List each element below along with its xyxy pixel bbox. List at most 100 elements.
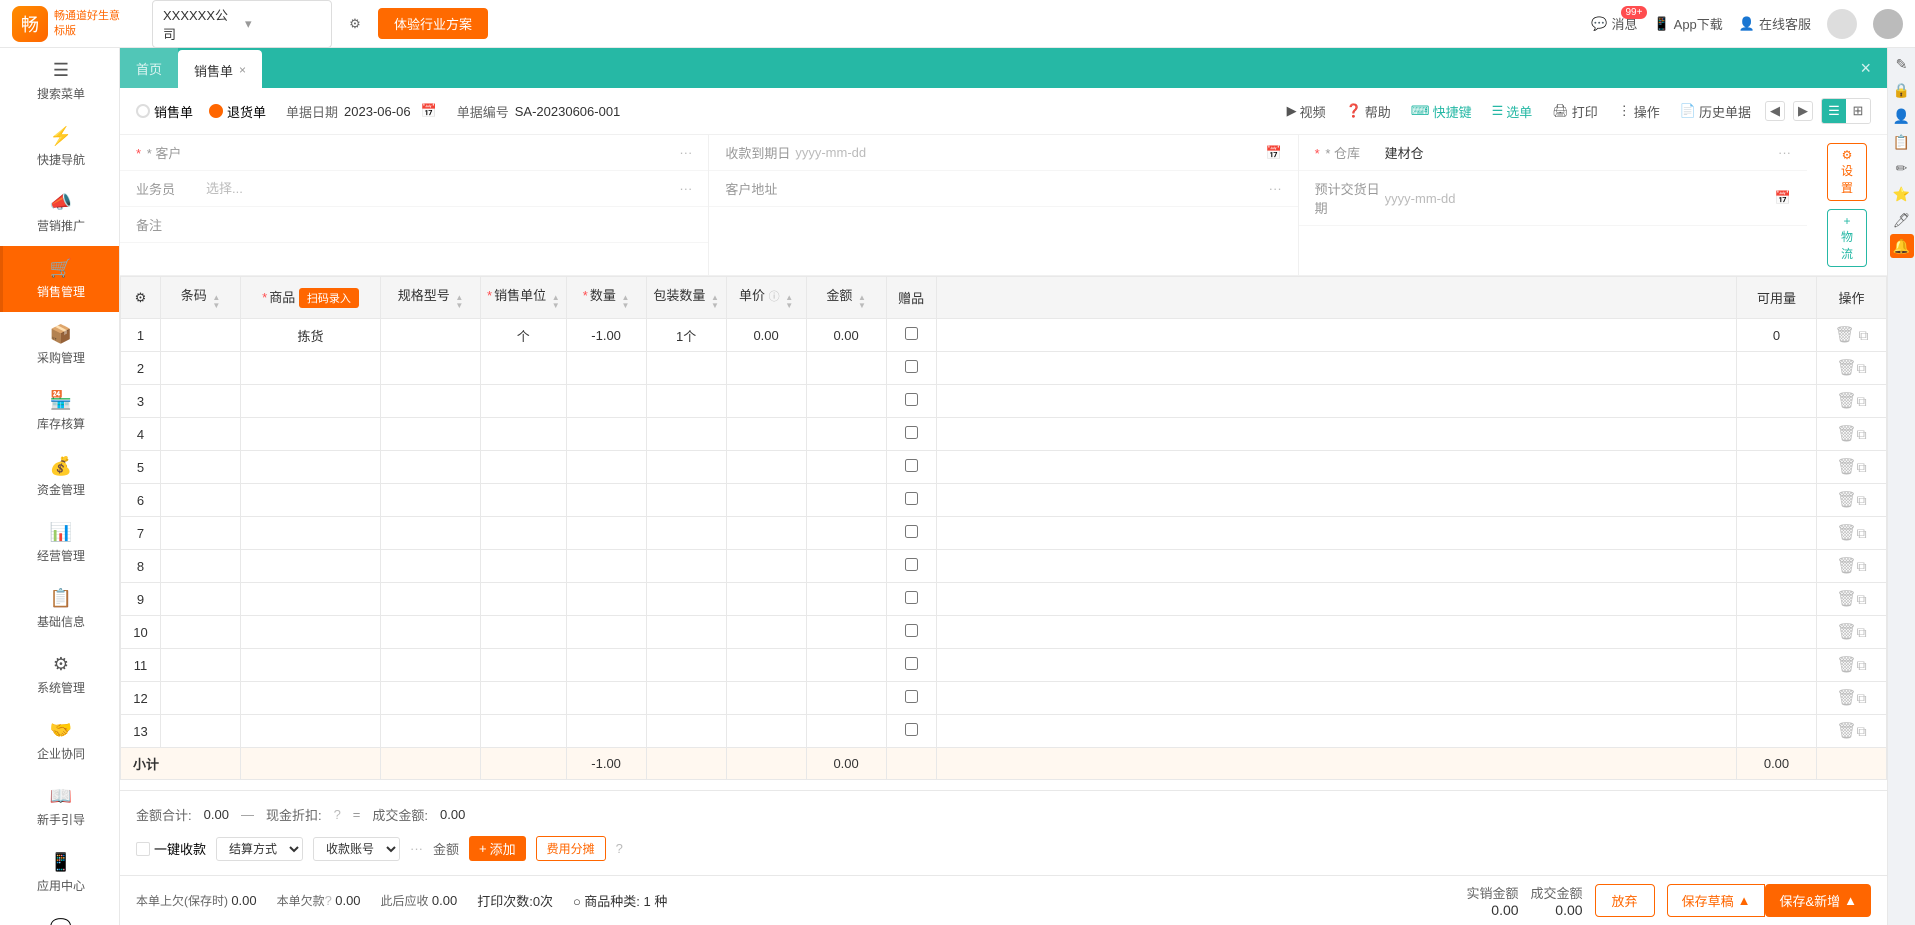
payment-account-select[interactable]: 收款账号 xyxy=(313,837,400,861)
copy-row-icon[interactable]: ⧉ xyxy=(1857,360,1867,376)
gift-checkbox[interactable] xyxy=(905,492,918,505)
app-download-button[interactable]: 📱 App下载 xyxy=(1653,14,1722,33)
receipt-date-input[interactable] xyxy=(795,145,1261,160)
rs-pencil-icon[interactable]: ✏ xyxy=(1890,156,1914,180)
gift-checkbox[interactable] xyxy=(905,360,918,373)
expense-help-icon[interactable]: ? xyxy=(616,841,623,856)
customer-dots[interactable]: ··· xyxy=(679,145,692,160)
payment-method-select[interactable]: 结算方式 xyxy=(216,837,303,861)
toolbar-video[interactable]: ▶ 视频 xyxy=(1281,99,1332,124)
cell-barcode[interactable] xyxy=(161,319,241,352)
avatar[interactable] xyxy=(1827,9,1857,39)
one-click-payment-checkbox[interactable]: 一键收款 xyxy=(136,839,206,858)
expense-split-button[interactable]: 费用分摊 xyxy=(536,836,606,861)
copy-row-icon[interactable]: ⧉ xyxy=(1857,657,1867,673)
delete-row-icon[interactable]: 🗑 xyxy=(1836,459,1856,476)
customer-input[interactable] xyxy=(206,145,679,160)
delete-row-icon[interactable]: 🗑 xyxy=(1836,525,1856,542)
barcode-sort-icon[interactable]: ▲▼ xyxy=(212,294,220,310)
message-button[interactable]: 💬 消息 99+ xyxy=(1591,14,1637,33)
copy-row-icon[interactable]: ⧉ xyxy=(1857,459,1867,475)
gift-checkbox[interactable] xyxy=(905,690,918,703)
nav-next-arrow[interactable]: ▶ xyxy=(1793,101,1813,121)
pack-sort-icon[interactable]: ▲▼ xyxy=(711,294,719,310)
tab-bar-close-all[interactable]: × xyxy=(1844,58,1887,79)
tab-home[interactable]: 首页 xyxy=(120,48,178,88)
delete-row-icon[interactable]: 🗑 xyxy=(1836,558,1856,575)
cell-product[interactable]: 拣货 xyxy=(241,319,381,352)
copy-row-icon[interactable]: ⧉ xyxy=(1857,393,1867,409)
cell-pack[interactable]: 1个 xyxy=(646,319,726,352)
trial-button[interactable]: 体验行业方案 xyxy=(378,8,488,39)
gift-checkbox[interactable] xyxy=(905,327,918,340)
abandon-button[interactable]: 放弃 xyxy=(1595,884,1655,917)
sidebar-item-inventory[interactable]: 🏪 库存核算 xyxy=(0,378,119,444)
one-click-checkbox-box[interactable] xyxy=(136,842,150,856)
sidebar-item-guide[interactable]: 📖 新手引导 xyxy=(0,774,119,840)
orderno-value[interactable]: SA-20230606-001 xyxy=(515,104,621,119)
gift-checkbox[interactable] xyxy=(905,624,918,637)
rs-lock-icon[interactable]: 🔒 xyxy=(1890,78,1914,102)
delete-row-icon[interactable]: 🗑 xyxy=(1836,426,1856,443)
sidebar-item-search[interactable]: ☰ 搜索菜单 xyxy=(0,48,119,114)
gift-checkbox[interactable] xyxy=(905,459,918,472)
warehouse-dots[interactable]: ··· xyxy=(1778,145,1791,160)
online-service-button[interactable]: 👤 在线客服 xyxy=(1739,14,1811,33)
toolbar-help[interactable]: ❓ 帮助 xyxy=(1340,99,1397,124)
gift-checkbox[interactable] xyxy=(905,393,918,406)
view-list-btn[interactable]: ☰ xyxy=(1822,99,1846,123)
amount-sort-icon[interactable]: ▲▼ xyxy=(858,294,866,310)
customer-addr-input[interactable] xyxy=(795,181,1268,196)
qty-sort-icon[interactable]: ▲▼ xyxy=(621,294,629,310)
save-draft-button[interactable]: 保存草稿 ▲ xyxy=(1667,884,1766,917)
toolbar-print[interactable]: 🖨 打印 xyxy=(1546,99,1604,124)
sidebar-item-base[interactable]: 📋 基础信息 xyxy=(0,576,119,642)
salesperson-dots[interactable]: ··· xyxy=(679,181,692,196)
cell-unit[interactable]: 个 xyxy=(481,319,567,352)
sidebar-item-purchase[interactable]: 📦 采购管理 xyxy=(0,312,119,378)
toolbar-select[interactable]: ☰ 选单 xyxy=(1486,99,1539,124)
toolbar-ops[interactable]: ⋮ 操作 xyxy=(1612,99,1666,124)
copy-row-icon[interactable]: ⧉ xyxy=(1857,558,1867,574)
gift-checkbox[interactable] xyxy=(905,591,918,604)
rs-edit-icon[interactable]: ✎ xyxy=(1890,52,1914,76)
delete-row-icon[interactable]: 🗑 xyxy=(1835,327,1855,344)
date-value[interactable]: 2023-06-06 xyxy=(344,104,411,119)
addr-dots[interactable]: ··· xyxy=(1269,181,1282,196)
copy-row-icon[interactable]: ⧉ xyxy=(1857,492,1867,508)
company-selector[interactable]: XXXXXX公司 ▾ xyxy=(152,0,332,48)
sidebar-item-shortcut[interactable]: ⚡ 快捷导航 xyxy=(0,114,119,180)
radio-return-order[interactable]: 退货单 xyxy=(209,102,266,121)
logistics-button[interactable]: + 物流 xyxy=(1827,209,1867,267)
delete-row-icon[interactable]: 🗑 xyxy=(1836,723,1856,740)
sidebar-item-management[interactable]: 📊 经营管理 xyxy=(0,510,119,576)
tab-sales-order[interactable]: 销售单 × xyxy=(178,50,262,90)
rs-alert-icon[interactable]: 🔔 xyxy=(1890,234,1914,258)
th-settings[interactable]: ⚙ xyxy=(121,277,161,319)
sidebar-item-apps[interactable]: 📱 应用中心 xyxy=(0,840,119,906)
company-settings-icon[interactable]: ⚙ xyxy=(340,9,370,39)
scan-button[interactable]: 扫码录入 xyxy=(299,288,359,308)
sidebar-item-finance[interactable]: 💰 资金管理 xyxy=(0,444,119,510)
delete-row-icon[interactable]: 🗑 xyxy=(1836,393,1856,410)
unit-sort-icon[interactable]: ▲▼ xyxy=(552,294,560,310)
rs-pen-icon[interactable]: 🖊 xyxy=(1890,208,1914,232)
rs-clipboard-icon[interactable]: 📋 xyxy=(1890,130,1914,154)
account-dots[interactable]: ··· xyxy=(410,841,423,856)
copy-row-icon[interactable]: ⧉ xyxy=(1858,327,1868,343)
sidebar-item-sales[interactable]: 🛒 销售管理 xyxy=(0,246,119,312)
cell-qty[interactable]: -1.00 xyxy=(566,319,646,352)
gift-checkbox[interactable] xyxy=(905,723,918,736)
delete-row-icon[interactable]: 🗑 xyxy=(1836,690,1856,707)
history-balance-icon[interactable]: ? xyxy=(325,893,332,908)
view-grid-btn[interactable]: ⊞ xyxy=(1846,99,1870,123)
avatar2[interactable] xyxy=(1873,9,1903,39)
price-sort-icon[interactable]: ▲▼ xyxy=(785,294,793,310)
tab-close-icon[interactable]: × xyxy=(239,63,246,77)
copy-row-icon[interactable]: ⧉ xyxy=(1857,426,1867,442)
rs-star-icon[interactable]: ⭐ xyxy=(1890,182,1914,206)
sidebar-item-collab[interactable]: 🤝 企业协同 xyxy=(0,708,119,774)
gift-checkbox[interactable] xyxy=(905,525,918,538)
remark-input[interactable] xyxy=(206,217,692,232)
settings-button[interactable]: ⚙ 设置 xyxy=(1827,143,1867,201)
